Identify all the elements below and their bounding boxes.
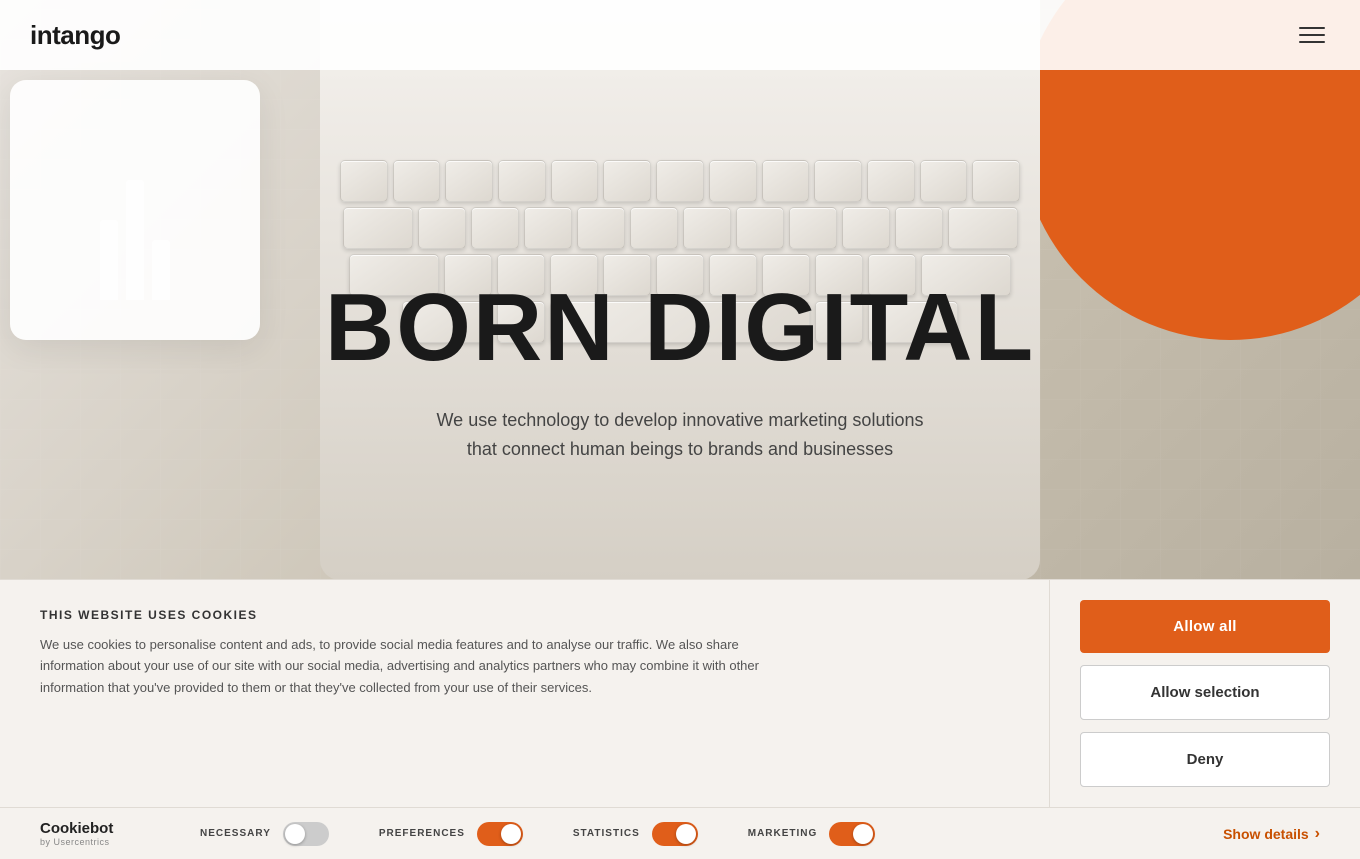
deny-button[interactable]: Deny: [1080, 732, 1330, 787]
cookie-title: THIS WEBSITE USES COOKIES: [40, 608, 1009, 622]
hero-section: BORN DIGITAL We use technology to develo…: [0, 0, 1360, 580]
key: [867, 160, 915, 202]
show-details-link[interactable]: Show details ›: [1223, 825, 1320, 843]
key: [762, 160, 810, 202]
toggle-thumb: [676, 824, 696, 844]
preferences-toggle-group: PREFERENCES: [379, 822, 523, 846]
menu-line: [1299, 27, 1325, 29]
key: [842, 207, 890, 249]
allow-selection-button[interactable]: Allow selection: [1080, 665, 1330, 720]
key: [789, 207, 837, 249]
key: [498, 160, 546, 202]
key: [895, 207, 943, 249]
necessary-toggle[interactable]: [283, 822, 329, 846]
deco-bar: [152, 240, 170, 300]
show-details-text: Show details: [1223, 826, 1309, 842]
cookiebot-sub: by Usercentrics: [40, 837, 150, 847]
statistics-label: STATISTICS: [573, 828, 640, 839]
logo: intango: [30, 20, 120, 51]
key: [418, 207, 466, 249]
necessary-toggle-group: NECESSARY: [200, 822, 329, 846]
key: [603, 160, 651, 202]
cookie-main-area: THIS WEBSITE USES COOKIES We use cookies…: [0, 580, 1360, 807]
key: [551, 160, 599, 202]
statistics-toggle-group: STATISTICS: [573, 822, 698, 846]
cookie-actions: Allow all Allow selection Deny: [1050, 580, 1360, 807]
toggle-track: [477, 822, 523, 846]
cookie-footer: Cookiebot by Usercentrics NECESSARY PREF…: [0, 807, 1360, 859]
hero-title: BORN DIGITAL: [280, 280, 1080, 376]
menu-line: [1299, 34, 1325, 36]
key: [343, 207, 413, 249]
marketing-label: MARKETING: [748, 828, 818, 839]
marketing-toggle-group: MARKETING: [748, 822, 876, 846]
key: [709, 160, 757, 202]
hero-text-container: BORN DIGITAL We use technology to develo…: [280, 280, 1080, 464]
decorative-bars: [100, 180, 170, 300]
cookie-text-area: THIS WEBSITE USES COOKIES We use cookies…: [0, 580, 1050, 807]
key: [920, 160, 968, 202]
key: [683, 207, 731, 249]
statistics-toggle[interactable]: [652, 822, 698, 846]
toggle-thumb: [853, 824, 873, 844]
navbar: intango: [0, 0, 1360, 70]
key: [630, 207, 678, 249]
key: [524, 207, 572, 249]
deco-bar: [126, 180, 144, 300]
cookie-description: We use cookies to personalise content an…: [40, 634, 790, 698]
key: [972, 160, 1020, 202]
toggle-track: [829, 822, 875, 846]
toggle-track: [283, 822, 329, 846]
key: [471, 207, 519, 249]
hamburger-menu-button[interactable]: [1294, 22, 1330, 48]
preferences-toggle[interactable]: [477, 822, 523, 846]
cookie-banner: THIS WEBSITE USES COOKIES We use cookies…: [0, 579, 1360, 859]
chevron-right-icon: ›: [1315, 825, 1320, 843]
logo-text: intango: [30, 20, 120, 51]
key: [656, 160, 704, 202]
key: [393, 160, 441, 202]
key: [340, 160, 388, 202]
toggle-track: [652, 822, 698, 846]
key: [814, 160, 862, 202]
necessary-label: NECESSARY: [200, 828, 271, 839]
key: [948, 207, 1018, 249]
cookiebot-name: Cookiebot: [40, 820, 150, 837]
deco-bar: [100, 220, 118, 300]
toggle-thumb: [501, 824, 521, 844]
cookiebot-logo: Cookiebot by Usercentrics: [40, 820, 150, 847]
menu-line: [1299, 41, 1325, 43]
allow-all-button[interactable]: Allow all: [1080, 600, 1330, 653]
marketing-toggle[interactable]: [829, 822, 875, 846]
key: [577, 207, 625, 249]
toggle-thumb: [285, 824, 305, 844]
preferences-label: PREFERENCES: [379, 828, 465, 839]
key: [445, 160, 493, 202]
hero-subtitle: We use technology to develop innovative …: [280, 406, 1080, 464]
key: [736, 207, 784, 249]
